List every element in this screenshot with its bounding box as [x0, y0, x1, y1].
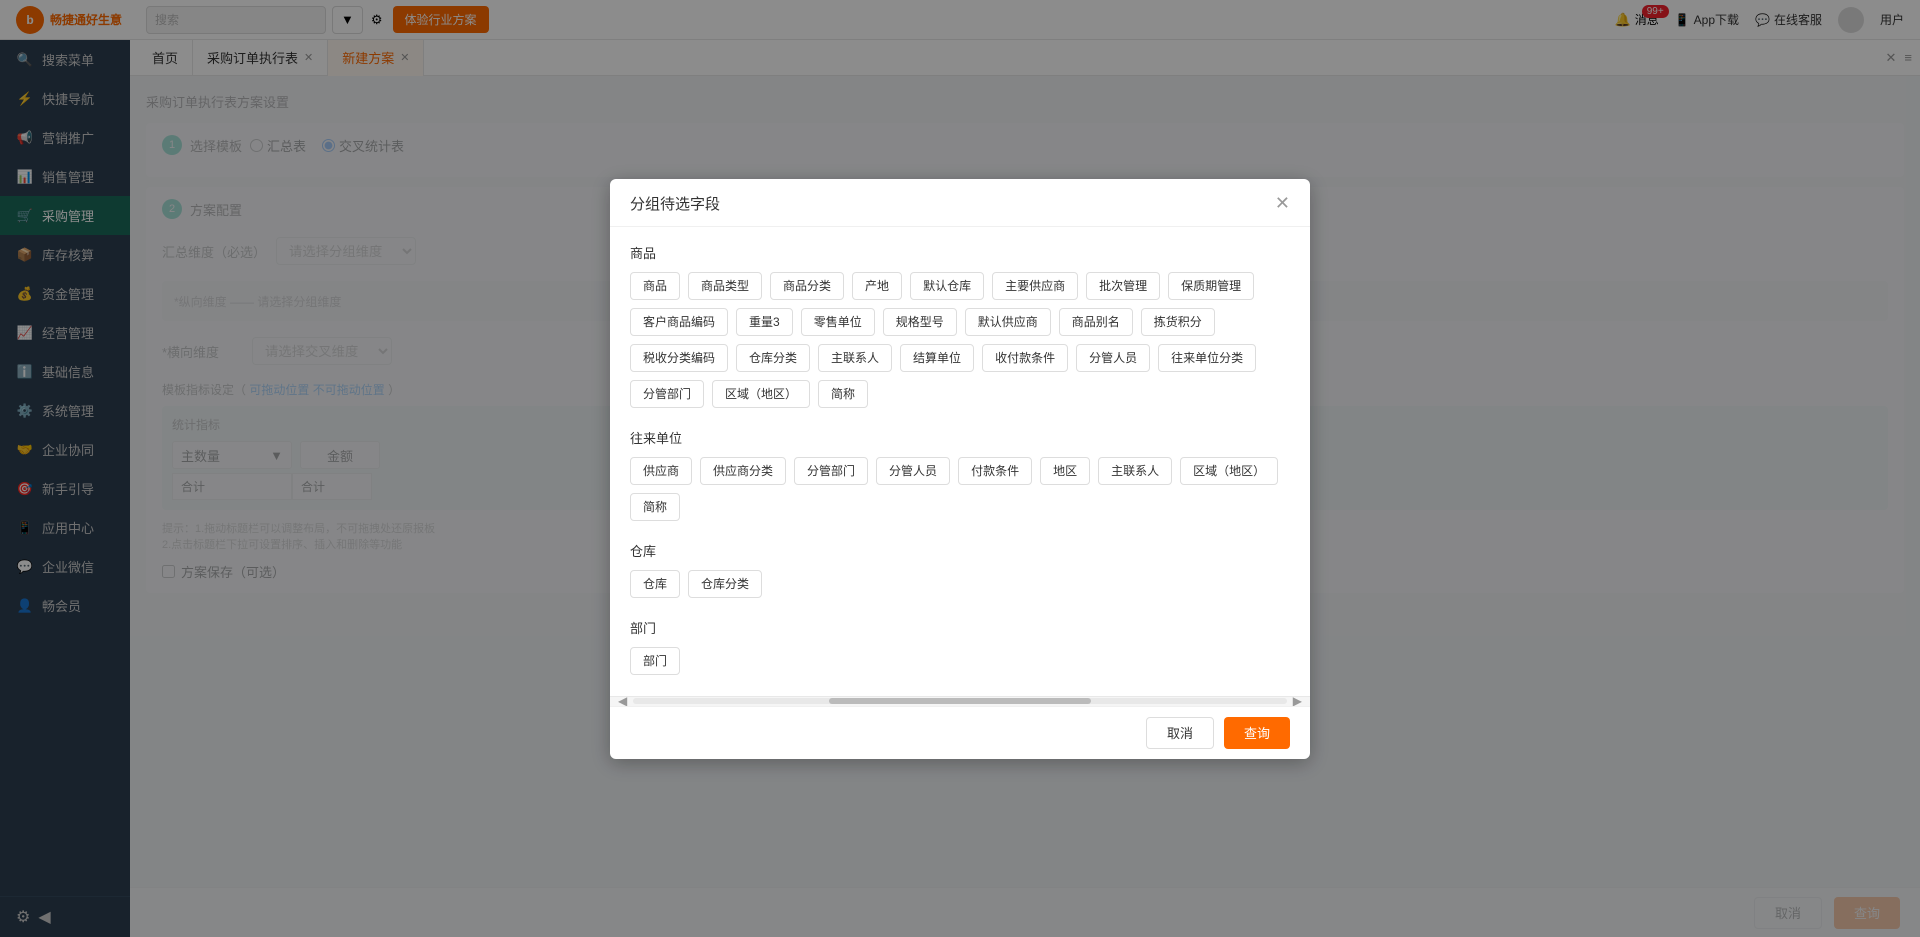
field-tag-default-supplier[interactable]: 默认供应商	[965, 308, 1051, 336]
field-tag-origin[interactable]: 产地	[852, 272, 902, 300]
modal-horizontal-scrollbar[interactable]: ◀ ▶	[610, 696, 1310, 706]
field-tag-pick-score[interactable]: 拣货积分	[1141, 308, 1215, 336]
field-tag-main-contact-partner[interactable]: 主联系人	[1098, 457, 1172, 485]
field-tag-product-category[interactable]: 商品分类	[770, 272, 844, 300]
modal-dialog: 分组待选字段 ✕ 商品 商品 商品类型 商品分类 产地 默认仓库 主要供应商 批…	[610, 179, 1310, 759]
partner-field-tags: 供应商 供应商分类 分管部门 分管人员 付款条件 地区 主联系人 区域（地区） …	[630, 457, 1290, 521]
field-tag-shelf-life[interactable]: 保质期管理	[1168, 272, 1254, 300]
field-tag-dept[interactable]: 部门	[630, 647, 680, 675]
field-tag-weight3[interactable]: 重量3	[736, 308, 793, 336]
modal-title: 分组待选字段	[630, 193, 720, 214]
field-group-warehouse: 仓库 仓库 仓库分类	[630, 541, 1290, 598]
field-tag-batch-mgmt[interactable]: 批次管理	[1086, 272, 1160, 300]
field-tag-retail-unit[interactable]: 零售单位	[801, 308, 875, 336]
group-title-dept: 部门	[630, 618, 1290, 637]
field-tag-tax-code[interactable]: 税收分类编码	[630, 344, 728, 372]
field-tag-main-supplier[interactable]: 主要供应商	[992, 272, 1078, 300]
field-tag-alias[interactable]: 商品别名	[1059, 308, 1133, 336]
field-tag-partner-cat[interactable]: 往来单位分类	[1158, 344, 1256, 372]
field-tag-warehouse-category[interactable]: 仓库分类	[688, 570, 762, 598]
product-field-tags: 商品 商品类型 商品分类 产地 默认仓库 主要供应商 批次管理 保质期管理 客户…	[630, 272, 1290, 408]
field-tag-area[interactable]: 地区	[1040, 457, 1090, 485]
field-group-product: 商品 商品 商品类型 商品分类 产地 默认仓库 主要供应商 批次管理 保质期管理…	[630, 243, 1290, 408]
group-title-warehouse: 仓库	[630, 541, 1290, 560]
field-tag-warehouse[interactable]: 仓库	[630, 570, 680, 598]
modal-close-icon[interactable]: ✕	[1275, 193, 1290, 214]
warehouse-field-tags: 仓库 仓库分类	[630, 570, 1290, 598]
modal-confirm-button[interactable]: 查询	[1224, 717, 1290, 749]
field-tag-default-warehouse[interactable]: 默认仓库	[910, 272, 984, 300]
field-tag-region-product[interactable]: 区域（地区）	[712, 380, 810, 408]
modal-footer: 取消 查询	[610, 706, 1310, 759]
field-tag-customer-code[interactable]: 客户商品编码	[630, 308, 728, 336]
field-tag-warehouse-cat[interactable]: 仓库分类	[736, 344, 810, 372]
group-title-partner: 往来单位	[630, 428, 1290, 447]
modal-cancel-button[interactable]: 取消	[1146, 717, 1214, 749]
field-group-dept: 部门 部门	[630, 618, 1290, 675]
modal-body: 商品 商品 商品类型 商品分类 产地 默认仓库 主要供应商 批次管理 保质期管理…	[610, 227, 1310, 696]
group-title-product: 商品	[630, 243, 1290, 262]
field-tag-supplier-cat[interactable]: 供应商分类	[700, 457, 786, 485]
field-tag-dept-manage[interactable]: 分管部门	[630, 380, 704, 408]
dept-field-tags: 部门	[630, 647, 1290, 675]
modal-overlay: 分组待选字段 ✕ 商品 商品 商品类型 商品分类 产地 默认仓库 主要供应商 批…	[0, 0, 1920, 937]
field-tag-manager[interactable]: 分管人员	[1076, 344, 1150, 372]
field-tag-product[interactable]: 商品	[630, 272, 680, 300]
field-tag-payment-condition[interactable]: 付款条件	[958, 457, 1032, 485]
field-tag-main-contact[interactable]: 主联系人	[818, 344, 892, 372]
modal-header: 分组待选字段 ✕	[610, 179, 1310, 227]
field-group-partner: 往来单位 供应商 供应商分类 分管部门 分管人员 付款条件 地区 主联系人 区域…	[630, 428, 1290, 521]
field-tag-short-name-partner[interactable]: 简称	[630, 493, 680, 521]
scroll-track[interactable]	[633, 698, 1287, 704]
field-tag-dept-partner[interactable]: 分管部门	[794, 457, 868, 485]
field-tag-settlement-unit[interactable]: 结算单位	[900, 344, 974, 372]
field-tag-spec-model[interactable]: 规格型号	[883, 308, 957, 336]
field-tag-short-name-product[interactable]: 简称	[818, 380, 868, 408]
field-tag-supplier[interactable]: 供应商	[630, 457, 692, 485]
field-tag-payment-terms[interactable]: 收付款条件	[982, 344, 1068, 372]
scroll-thumb[interactable]	[829, 698, 1090, 704]
field-tag-region-partner[interactable]: 区域（地区）	[1180, 457, 1278, 485]
field-tag-person-partner[interactable]: 分管人员	[876, 457, 950, 485]
field-tag-product-type[interactable]: 商品类型	[688, 272, 762, 300]
